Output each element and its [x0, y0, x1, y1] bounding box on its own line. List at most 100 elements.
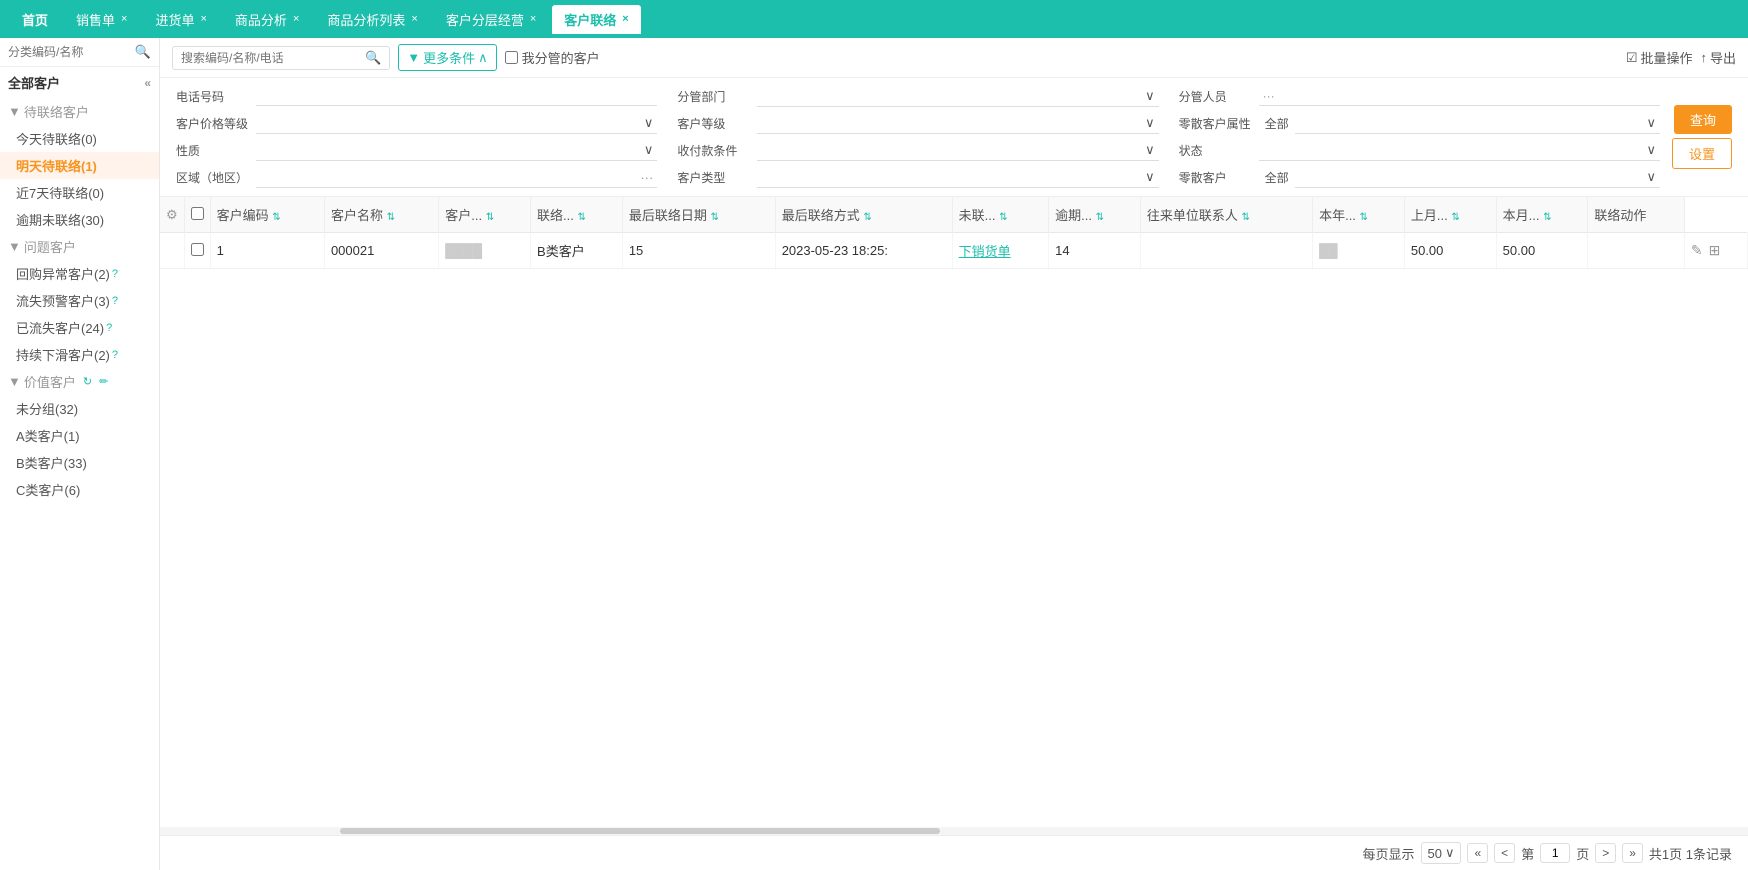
main-search-icon[interactable]: 🔍 [365, 50, 381, 66]
price-grade-chevron: ∨ [644, 115, 654, 131]
col-last-contact-method[interactable]: 最后联络方式 ⇅ [775, 197, 952, 233]
col-overdue[interactable]: 逾期... ⇅ [1049, 197, 1141, 233]
close-product-analysis-tab[interactable]: × [293, 13, 299, 25]
sidebar-item-ungrouped[interactable]: 未分组(32) [0, 395, 159, 422]
row-checkbox[interactable] [184, 233, 210, 269]
settings-button[interactable]: 设置 [1672, 138, 1732, 169]
export-button[interactable]: ↑ 导出 [1700, 48, 1736, 67]
payment-chevron: ∨ [1145, 142, 1155, 158]
horizontal-scrollbar[interactable] [160, 827, 1748, 835]
main-layout: 🔍 全部客户 « ▼ 待联络客户 今天待联络(0) 明天待联络(1) 近7天待联… [0, 38, 1748, 870]
page-size-select[interactable]: 50 ∨ [1421, 842, 1462, 864]
person-dots[interactable]: ··· [1259, 87, 1660, 106]
retail-attr-select[interactable]: ∨ [1295, 113, 1660, 134]
nav-item-purchase[interactable]: 进货单 × [143, 5, 218, 34]
col-contact-count[interactable]: 联络... ⇅ [531, 197, 623, 233]
first-page-button[interactable]: « [1467, 843, 1488, 863]
close-customer-contact-tab[interactable]: × [622, 13, 628, 25]
last-method-link[interactable]: 下销货单 [959, 244, 1011, 259]
nav-item-customer-tier[interactable]: 客户分层经营 × [434, 5, 548, 34]
phone-input[interactable] [256, 87, 657, 106]
close-sales-tab[interactable]: × [121, 13, 127, 25]
price-grade-select[interactable]: ∨ [256, 113, 657, 134]
sidebar-item-tomorrow[interactable]: 明天待联络(1) [0, 152, 159, 179]
my-customers-checkbox-input[interactable] [505, 51, 518, 64]
region-dots[interactable]: ··· [256, 168, 657, 188]
nav-item-product-analysis-list[interactable]: 商品分析列表 × [315, 5, 429, 34]
contact-action-icon[interactable]: ✎ [1691, 242, 1703, 259]
sidebar-item-week[interactable]: 近7天待联络(0) [0, 179, 159, 206]
nav-item-home[interactable]: 首页 [10, 5, 60, 34]
my-customers-checkbox[interactable]: 我分管的客户 [505, 48, 600, 67]
nav-item-sales[interactable]: 销售单 × [64, 5, 139, 34]
col-this-year[interactable]: 本年... ⇅ [1313, 197, 1405, 233]
sidebar-item-declining[interactable]: 持续下滑客户(2) ? [0, 341, 159, 368]
export-label: 导出 [1710, 48, 1736, 67]
prev-page-button[interactable]: < [1494, 843, 1515, 863]
grid-action-icon[interactable]: ⊞ [1709, 242, 1721, 259]
dept-select[interactable]: ∨ [757, 86, 1158, 107]
edit-icon-value[interactable]: ✏ [99, 375, 108, 388]
last-page-button[interactable]: » [1622, 843, 1643, 863]
filter-field-customer-type: 客户类型 ∨ [677, 167, 1158, 188]
sidebar-item-type-c[interactable]: C类客户(6) [0, 476, 159, 503]
help-icon-churned: ? [106, 322, 112, 334]
col-customer-code[interactable]: 客户编码 ⇅ [210, 197, 324, 233]
close-product-analysis-list-tab[interactable]: × [411, 13, 417, 25]
help-icon-repurchase: ? [112, 268, 118, 280]
col-uncontacted[interactable]: 未联... ⇅ [952, 197, 1048, 233]
sidebar-item-churned[interactable]: 已流失客户(24) ? [0, 314, 159, 341]
retail-customer-select[interactable]: ∨ [1295, 167, 1660, 188]
sidebar-item-type-a[interactable]: A类客户(1) [0, 422, 159, 449]
row-select-checkbox[interactable] [191, 243, 204, 256]
col-customer-name[interactable]: 客户名称 ⇅ [324, 197, 438, 233]
nature-select[interactable]: ∨ [256, 140, 657, 161]
col-contact-person[interactable]: 往来单位联系人 ⇅ [1140, 197, 1312, 233]
col-last-contact-date[interactable]: 最后联络日期 ⇅ [622, 197, 775, 233]
nav-item-product-analysis[interactable]: 商品分析 × [223, 5, 311, 34]
row-contact-person: ██ [1313, 233, 1405, 269]
sidebar-item-repurchase[interactable]: 回购异常客户(2) ? [0, 260, 159, 287]
col-gear[interactable]: ⚙ [160, 197, 184, 233]
sidebar-all-customers[interactable]: 全部客户 « [0, 67, 159, 98]
content-area: 🔍 ▼ 更多条件 ∧ 我分管的客户 ☑ 批量操作 ↑ 导出 [160, 38, 1748, 870]
main-search-input[interactable] [181, 51, 361, 65]
nav-item-customer-contact[interactable]: 客户联络 × [552, 5, 640, 34]
filter-field-person: 分管人员 ··· [1179, 87, 1660, 106]
sidebar-item-type-b[interactable]: B类客户(33) [0, 449, 159, 476]
query-button[interactable]: 查询 [1674, 105, 1732, 134]
col-this-month[interactable]: 本月... ⇅ [1496, 197, 1588, 233]
close-customer-tier-tab[interactable]: × [530, 13, 536, 25]
retail-attr-value: 全部 [1259, 115, 1295, 132]
sidebar-item-churn-warning[interactable]: 流失预警客户(3) ? [0, 287, 159, 314]
sidebar-item-today[interactable]: 今天待联络(0) [0, 125, 159, 152]
page-number-input[interactable] [1540, 843, 1570, 863]
more-filters-button[interactable]: ▼ 更多条件 ∧ [398, 44, 496, 71]
arrow-icon3: ▼ [8, 374, 21, 389]
sidebar-search-icon[interactable]: 🔍 [135, 44, 151, 60]
batch-operation-button[interactable]: ☑ 批量操作 [1626, 48, 1693, 67]
sidebar-search-input[interactable] [8, 45, 131, 59]
filter-field-dept: 分管部门 ∨ [677, 86, 1158, 107]
filter-action-buttons: 查询 设置 [1660, 86, 1732, 188]
scrollbar-thumb[interactable] [340, 828, 940, 834]
status-select[interactable]: ∨ [1259, 140, 1660, 161]
col-last-month[interactable]: 上月... ⇅ [1404, 197, 1496, 233]
customer-type-chevron: ∨ [1145, 169, 1155, 185]
gear-icon[interactable]: ⚙ [166, 207, 178, 222]
toolbar: 🔍 ▼ 更多条件 ∧ 我分管的客户 ☑ 批量操作 ↑ 导出 [160, 38, 1748, 78]
close-purchase-tab[interactable]: × [200, 13, 206, 25]
sidebar-collapse-icon[interactable]: « [144, 76, 151, 90]
refresh-icon[interactable]: ↻ [83, 375, 92, 388]
sidebar-search-box[interactable]: 🔍 [0, 38, 159, 67]
sidebar-item-overdue[interactable]: 逾期未联络(30) [0, 206, 159, 233]
payment-select[interactable]: ∨ [757, 140, 1158, 161]
select-all-checkbox[interactable] [191, 207, 204, 220]
next-page-button[interactable]: > [1595, 843, 1616, 863]
customer-type-select[interactable]: ∨ [757, 167, 1158, 188]
col-checkbox[interactable] [184, 197, 210, 233]
main-search-box[interactable]: 🔍 [172, 46, 390, 70]
row-this-year: 50.00 [1404, 233, 1496, 269]
customer-grade-select[interactable]: ∨ [757, 113, 1158, 134]
col-customer-type-col[interactable]: 客户... ⇅ [439, 197, 531, 233]
